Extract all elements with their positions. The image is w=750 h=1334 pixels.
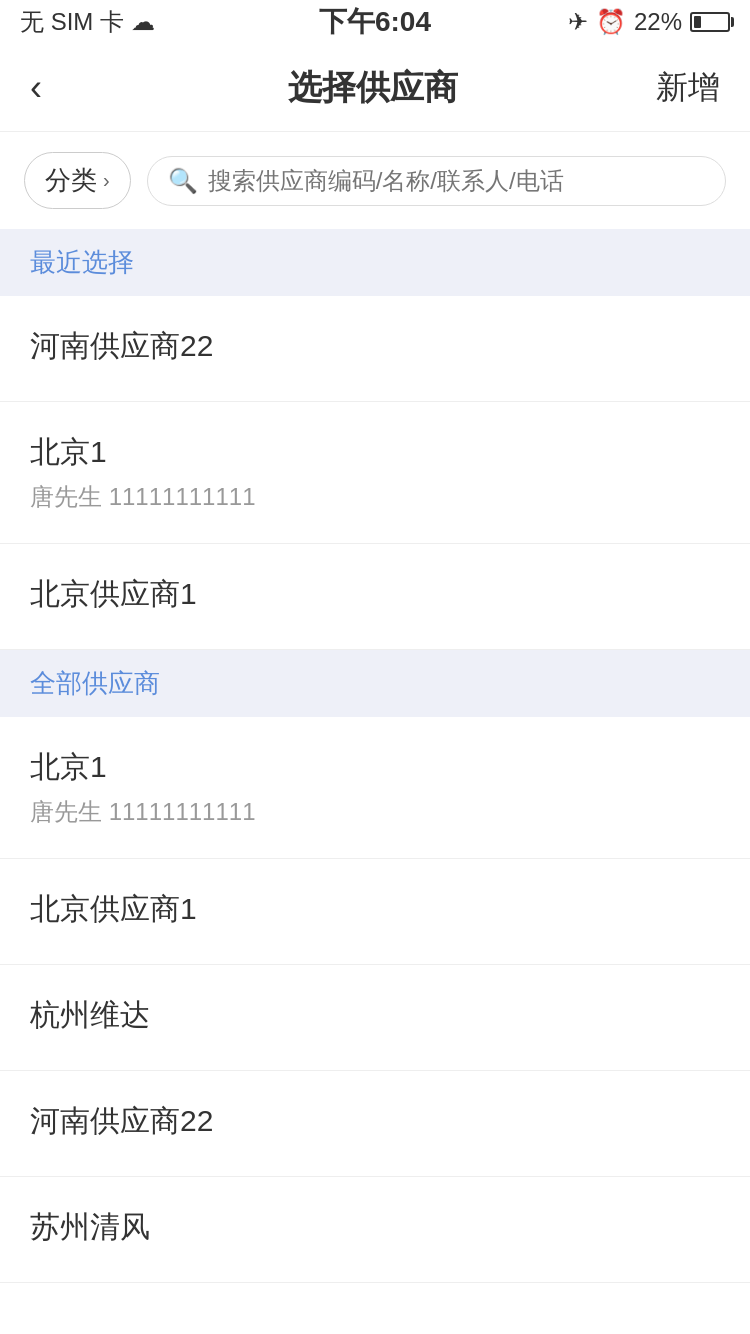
alarm-icon: ⏰ [596, 8, 626, 36]
battery-percent: 22% [634, 8, 682, 36]
item-name: 北京供应商1 [30, 574, 720, 615]
search-icon: 🔍 [168, 167, 198, 195]
status-right: ✈ ⏰ 22% [568, 8, 730, 36]
item-name: 北京供应商1 [30, 889, 720, 930]
recent-section-header: 最近选择 [0, 229, 750, 296]
item-name: 北京1 [30, 432, 720, 473]
nav-bar: ‹ 选择供应商 新增 [0, 44, 750, 132]
search-input-wrap[interactable]: 🔍 [147, 156, 726, 206]
status-left: 无 SIM 卡 ☁ [20, 6, 155, 38]
all-list-item[interactable]: 北京供应商1 [0, 859, 750, 965]
status-bar: 无 SIM 卡 ☁ 下午6:04 ✈ ⏰ 22% [0, 0, 750, 44]
search-bar: 分类 › 🔍 [0, 132, 750, 229]
recent-section-label: 最近选择 [30, 247, 134, 277]
all-list-item[interactable]: 河南供应商22 [0, 1071, 750, 1177]
item-name: 河南供应商22 [30, 326, 720, 367]
search-input[interactable] [208, 167, 705, 195]
all-section-label: 全部供应商 [30, 668, 160, 698]
item-sub: 唐先生 11111111111 [30, 481, 720, 513]
battery-icon [690, 12, 730, 32]
page-title: 选择供应商 [90, 65, 656, 111]
recent-list: 河南供应商22 北京1 唐先生 11111111111 北京供应商1 [0, 296, 750, 650]
all-list-item[interactable]: 杭州维达 [0, 965, 750, 1071]
status-time: 下午6:04 [319, 3, 431, 41]
add-button[interactable]: 新增 [656, 66, 720, 110]
recent-list-item[interactable]: 河南供应商22 [0, 296, 750, 402]
recent-list-item[interactable]: 北京1 唐先生 11111111111 [0, 402, 750, 544]
all-section-header: 全部供应商 [0, 650, 750, 717]
item-name: 苏州清风 [30, 1207, 720, 1248]
chevron-right-icon: › [103, 169, 110, 192]
all-list-item[interactable]: 苏州清风 [0, 1177, 750, 1283]
all-list-item[interactable]: 北京1 唐先生 11111111111 [0, 717, 750, 859]
item-sub: 唐先生 11111111111 [30, 796, 720, 828]
all-list: 北京1 唐先生 11111111111 北京供应商1 杭州维达河南供应商22 苏州清风 [0, 717, 750, 1283]
back-button[interactable]: ‹ [30, 67, 90, 109]
item-name: 北京1 [30, 747, 720, 788]
location-icon: ✈ [568, 8, 588, 36]
sim-status: 无 SIM 卡 ☁ [20, 6, 155, 38]
category-button[interactable]: 分类 › [24, 152, 131, 209]
item-name: 河南供应商22 [30, 1101, 720, 1142]
recent-list-item[interactable]: 北京供应商1 [0, 544, 750, 650]
category-label: 分类 [45, 163, 97, 198]
item-name: 杭州维达 [30, 995, 720, 1036]
